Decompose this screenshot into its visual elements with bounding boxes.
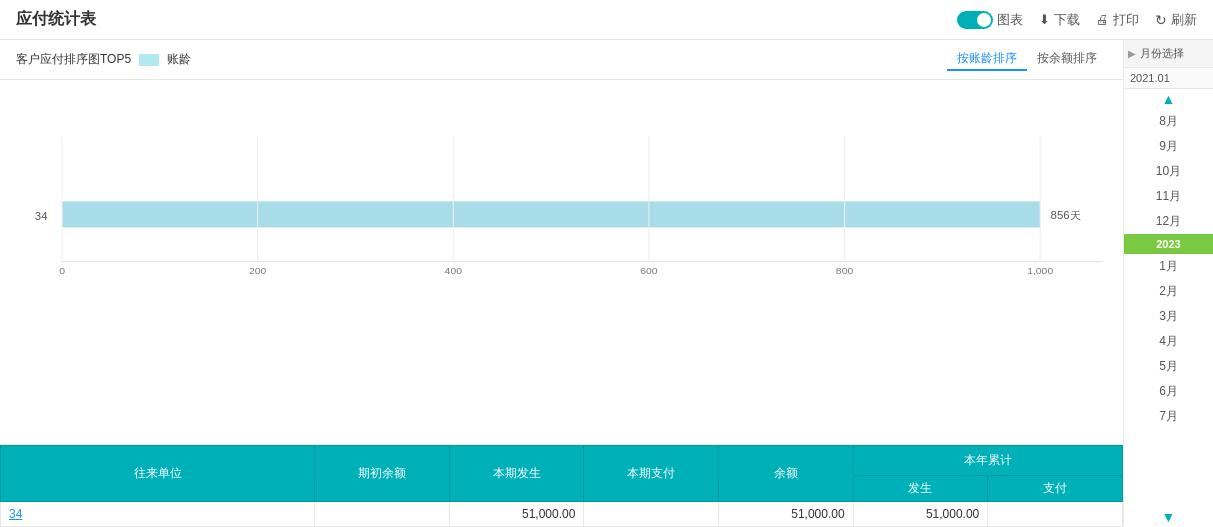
col-opening: 期初余额 [315,446,450,502]
month-item[interactable]: 4月 [1124,329,1213,354]
print-btn[interactable]: 打印 [1096,11,1139,29]
cell-ytd-occur: 51,000.00 [853,502,988,527]
chart-legend: 客户应付排序图TOP5 账龄 [16,51,191,68]
month-item[interactable]: 5月 [1124,354,1213,379]
print-icon [1096,12,1109,27]
sidebar-months: 8月9月10月11月12月20231月2月3月4月5月6月7月 [1124,109,1213,507]
col-current-occur: 本期发生 [449,446,584,502]
chart-body: 34 856天 0 200 400 600 800 1,000 [0,80,1123,444]
toggle-switch-icon[interactable] [957,11,993,29]
svg-text:600: 600 [640,265,658,275]
col-ytd: 本年累计 [853,446,1122,476]
month-item[interactable]: 1月 [1124,254,1213,279]
col-current-pay: 本期支付 [584,446,719,502]
refresh-icon [1155,12,1167,28]
month-item[interactable]: 3月 [1124,304,1213,329]
download-label: 下载 [1054,11,1080,29]
sort-by-balance-btn[interactable]: 按账龄排序 [947,48,1027,71]
month-item[interactable]: 2023 [1124,234,1213,254]
month-item[interactable]: 2月 [1124,279,1213,304]
download-icon [1039,12,1050,27]
legend-box-label: 账龄 [167,51,191,68]
legend-box-icon [139,54,159,66]
sort-by-amount-btn[interactable]: 按余额排序 [1027,48,1107,71]
table-area: 往来单位 期初余额 本期发生 本期支付 余额 本年累计 发生 支付 [0,444,1123,527]
col-balance: 余额 [719,446,854,502]
month-item[interactable]: 10月 [1124,159,1213,184]
chart-svg: 34 856天 0 200 400 600 800 1,000 [10,90,1113,350]
page-title: 应付统计表 [16,9,96,30]
month-item[interactable]: 12月 [1124,209,1213,234]
col-ytd-pay: 支付 [988,476,1123,502]
app-header: 应付统计表 图表 下载 打印 刷新 [0,0,1213,40]
header-actions: 图表 下载 打印 刷新 [957,11,1197,29]
svg-text:400: 400 [445,265,463,275]
cell-ytd-pay [988,502,1123,527]
month-item[interactable]: 9月 [1124,134,1213,159]
table-wrapper: 往来单位 期初余额 本期发生 本期支付 余额 本年累计 发生 支付 [0,445,1123,527]
right-sidebar: ▶ 月份选择 2021.01 ▲ 8月9月10月11月12月20231月2月3月… [1123,40,1213,527]
cell-current-occur: 51,000.00 [449,502,584,527]
svg-text:1,000: 1,000 [1027,265,1054,275]
legend-title: 客户应付排序图TOP5 [16,51,131,68]
month-item[interactable]: 7月 [1124,404,1213,429]
refresh-label: 刷新 [1171,11,1197,29]
chart-toggle-btn[interactable]: 图表 [957,11,1023,29]
cell-current-pay [584,502,719,527]
sidebar-expand-icon[interactable]: ▶ [1128,48,1136,59]
month-item[interactable]: 6月 [1124,379,1213,404]
svg-text:0: 0 [59,265,65,275]
chart-sort-buttons: 按账龄排序 按余额排序 [947,48,1107,71]
col-unit: 往来单位 [1,446,315,502]
main-content: 客户应付排序图TOP5 账龄 按账龄排序 按余额排序 34 856天 [0,40,1213,527]
cell-unit[interactable]: 34 [1,502,315,527]
toggle-label: 图表 [997,11,1023,29]
data-table: 往来单位 期初余额 本期发生 本期支付 余额 本年累计 发生 支付 [0,445,1123,527]
svg-text:34: 34 [35,211,48,222]
sidebar-title: 月份选择 [1140,46,1209,61]
month-item[interactable]: 8月 [1124,109,1213,134]
print-label: 打印 [1113,11,1139,29]
sidebar-header: ▶ 月份选择 [1124,40,1213,68]
refresh-btn[interactable]: 刷新 [1155,11,1197,29]
cell-opening [315,502,450,527]
table-body: 34 51,000.00 51,000.00 51,000.00 [1,502,1123,527]
svg-text:800: 800 [836,265,854,275]
svg-text:200: 200 [249,265,267,275]
cell-balance: 51,000.00 [719,502,854,527]
sidebar-current-value: 2021.01 [1124,68,1213,89]
chart-area: 客户应付排序图TOP5 账龄 按账龄排序 按余额排序 34 856天 [0,40,1123,527]
svg-text:856天: 856天 [1051,210,1082,221]
col-ytd-occur: 发生 [853,476,988,502]
table-row: 34 51,000.00 51,000.00 51,000.00 [1,502,1123,527]
month-item[interactable]: 11月 [1124,184,1213,209]
sidebar-nav-up[interactable]: ▲ [1124,89,1213,109]
download-btn[interactable]: 下载 [1039,11,1080,29]
table-header-row: 往来单位 期初余额 本期发生 本期支付 余额 本年累计 [1,446,1123,476]
chart-bar [62,201,1040,227]
sidebar-nav-down[interactable]: ▼ [1124,507,1213,527]
chart-header: 客户应付排序图TOP5 账龄 按账龄排序 按余额排序 [0,40,1123,80]
